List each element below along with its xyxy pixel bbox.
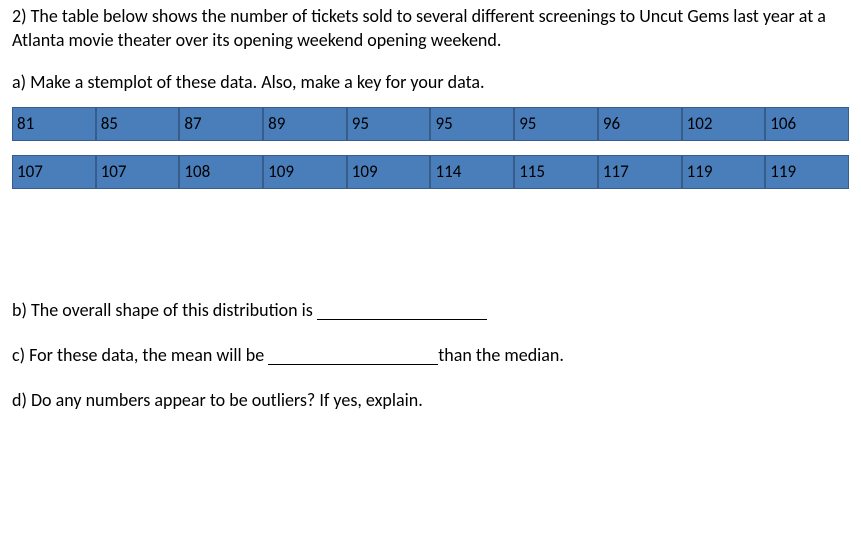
part-c-prompt: c) For these data, the mean will be than… [12,344,849,367]
table-cell: 107 [96,155,180,189]
row-spacer [12,141,849,155]
table-cell: 95 [347,107,431,141]
part-c-pre: c) For these data, the mean will be [12,344,268,366]
table-cell: 89 [263,107,347,141]
table-cell: 109 [263,155,347,189]
table-cell: 95 [514,107,598,141]
table-cell: 117 [598,155,682,189]
blank-fill [268,364,438,365]
table-cell: 107 [12,155,96,189]
table-cell: 87 [179,107,263,141]
part-c-post: than the median. [438,344,564,366]
question-intro: 2) The table below shows the number of t… [12,4,849,53]
part-a-prompt: a) Make a stemplot of these data. Also, … [12,71,849,93]
part-d-prompt: d) Do any numbers appear to be outliers?… [12,389,849,412]
blank-fill [317,319,487,320]
table-cell: 106 [765,107,849,141]
part-b-text: b) The overall shape of this distributio… [12,299,317,321]
part-b-prompt: b) The overall shape of this distributio… [12,299,849,322]
data-table: 81 85 87 89 95 95 95 96 102 106 107 107 … [12,107,849,189]
table-cell: 119 [682,155,766,189]
table-cell: 114 [430,155,514,189]
table-cell: 96 [598,107,682,141]
table-cell: 108 [179,155,263,189]
table-cell: 95 [430,107,514,141]
table-cell: 109 [347,155,431,189]
table-cell: 115 [514,155,598,189]
table-cell: 81 [12,107,96,141]
table-cell: 102 [682,107,766,141]
table-cell: 119 [765,155,849,189]
table-cell: 85 [96,107,180,141]
